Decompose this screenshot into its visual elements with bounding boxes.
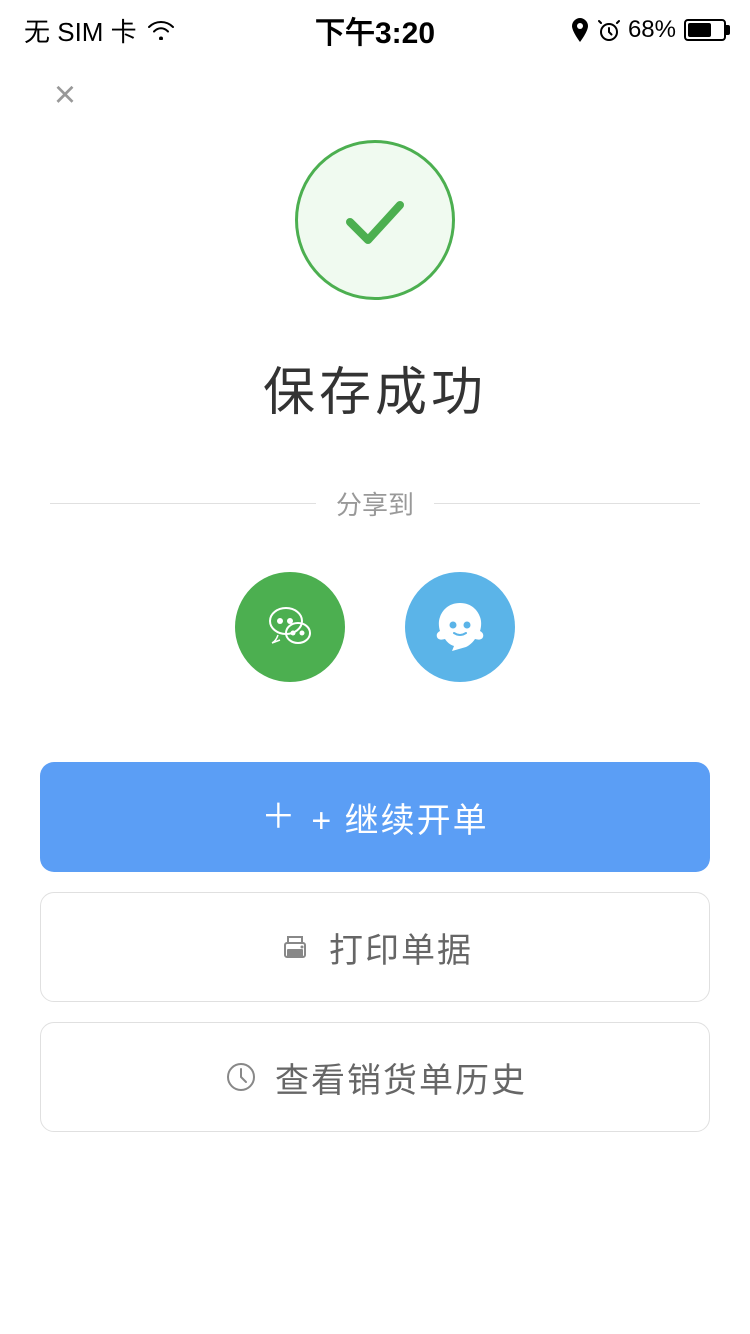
wechat-icon bbox=[258, 595, 322, 659]
history-icon bbox=[223, 1059, 259, 1095]
qq-share-button[interactable] bbox=[405, 572, 515, 682]
status-carrier: 无 SIM 卡 bbox=[24, 12, 175, 49]
actions: ＋ + 继续开单 打印单据 查看销货单历史 bbox=[0, 762, 750, 1132]
alarm-icon bbox=[598, 18, 620, 42]
battery-icon bbox=[684, 19, 726, 41]
battery-percent: 68% bbox=[628, 16, 676, 44]
print-label: 打印单据 bbox=[329, 923, 473, 972]
wifi-icon bbox=[147, 20, 175, 40]
print-button[interactable]: 打印单据 bbox=[40, 892, 710, 1002]
location-icon bbox=[570, 18, 590, 42]
status-right: 68% bbox=[570, 16, 726, 44]
divider-line-left bbox=[50, 503, 316, 504]
continue-order-button[interactable]: ＋ + 继续开单 bbox=[40, 762, 710, 872]
success-circle bbox=[295, 140, 455, 300]
checkmark-icon bbox=[335, 180, 415, 260]
history-button[interactable]: 查看销货单历史 bbox=[40, 1022, 710, 1132]
share-icons bbox=[235, 572, 515, 682]
close-icon: × bbox=[54, 76, 76, 114]
history-label: 查看销货单历史 bbox=[275, 1053, 527, 1102]
status-bar: 无 SIM 卡 下午3:20 68% bbox=[0, 0, 750, 60]
share-divider: 分享到 bbox=[0, 485, 750, 522]
close-button[interactable]: × bbox=[40, 70, 90, 120]
plus-icon: ＋ bbox=[261, 800, 295, 834]
share-label: 分享到 bbox=[316, 485, 434, 522]
wechat-share-button[interactable] bbox=[235, 572, 345, 682]
main-content: 保存成功 分享到 bbox=[0, 60, 750, 1132]
continue-label: + 继续开单 bbox=[311, 793, 488, 842]
status-time: 下午3:20 bbox=[315, 8, 435, 52]
qq-icon bbox=[428, 595, 492, 659]
divider-line-right bbox=[434, 503, 700, 504]
print-icon bbox=[277, 929, 313, 965]
success-title: 保存成功 bbox=[263, 350, 487, 425]
